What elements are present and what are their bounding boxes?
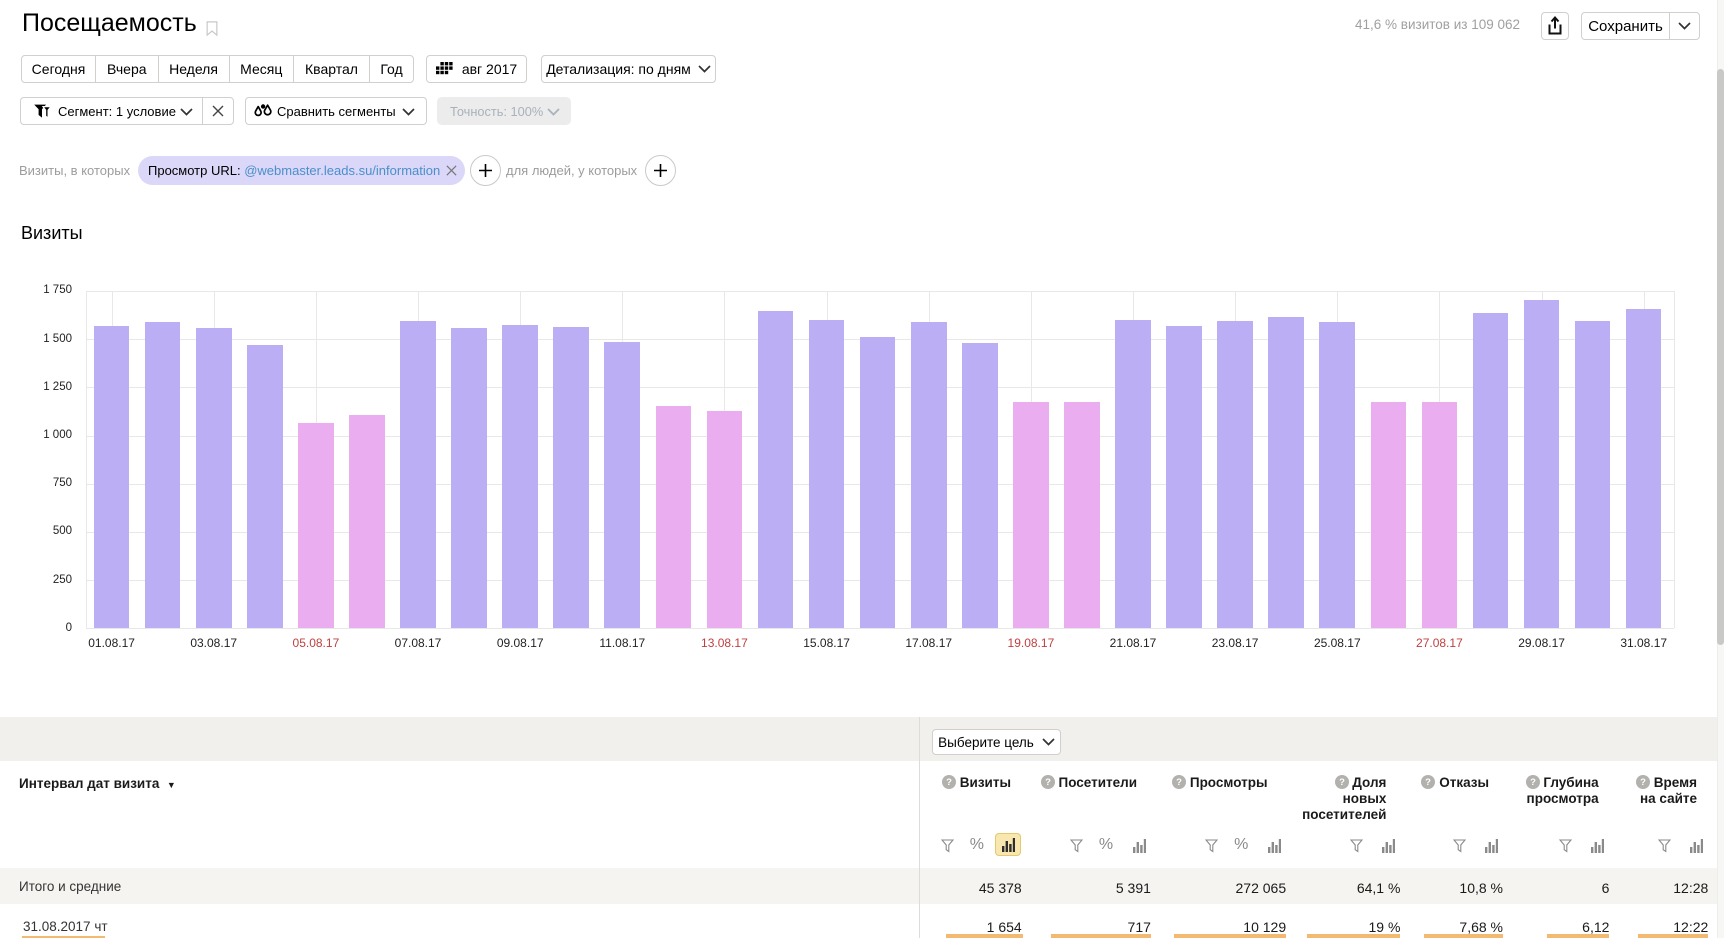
svg-text:?: ?	[1530, 777, 1536, 788]
svg-text:?: ?	[946, 777, 952, 788]
svg-text:?: ?	[1176, 777, 1182, 788]
svg-text:?: ?	[1339, 777, 1345, 788]
svg-text:?: ?	[1045, 777, 1051, 788]
svg-text:?: ?	[1640, 777, 1646, 788]
svg-text:?: ?	[1426, 777, 1432, 788]
